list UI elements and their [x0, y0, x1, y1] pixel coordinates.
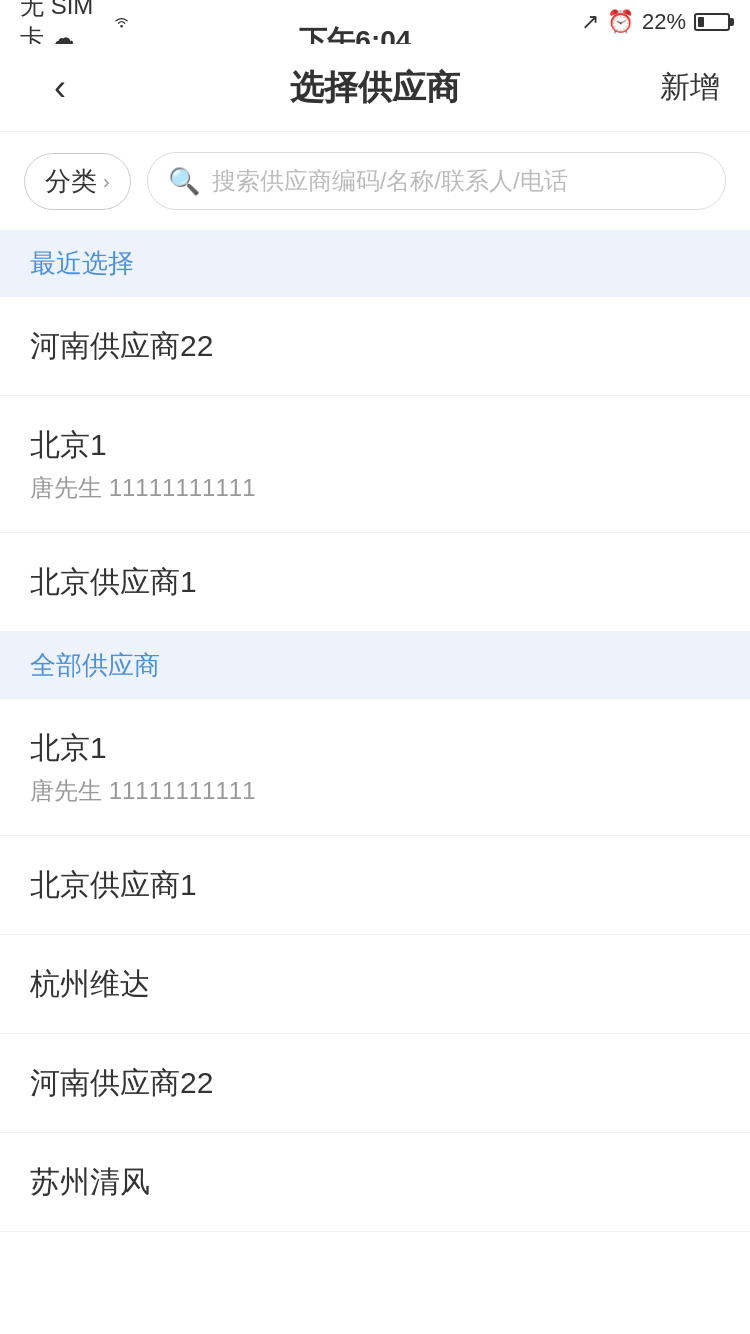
recent-list: 河南供应商22 北京1 唐先生 11111111111 北京供应商1 — [0, 297, 750, 632]
nav-bar: ‹ 选择供应商 新增 — [0, 44, 750, 132]
list-item[interactable]: 河南供应商22 — [0, 297, 750, 396]
item-name: 北京1 — [30, 424, 720, 466]
list-item[interactable]: 北京1 唐先生 11111111111 — [0, 699, 750, 836]
back-button[interactable]: ‹ — [30, 58, 90, 118]
item-name: 北京供应商1 — [30, 864, 720, 906]
item-sub: 唐先生 11111111111 — [30, 472, 720, 504]
all-list: 北京1 唐先生 11111111111 北京供应商1 杭州维达河南供应商22 苏州清风 — [0, 699, 750, 1232]
search-placeholder: 搜索供应商编码/名称/联系人/电话 — [212, 165, 568, 197]
list-item[interactable]: 北京1 唐先生 11111111111 — [0, 396, 750, 533]
alarm-icon: ⏰ — [607, 9, 634, 35]
list-item[interactable]: 河南供应商22 — [0, 1034, 750, 1133]
category-button[interactable]: 分类 › — [24, 153, 131, 210]
search-box[interactable]: 🔍 搜索供应商编码/名称/联系人/电话 — [147, 152, 726, 210]
wifi-icon — [113, 12, 130, 32]
all-section-title: 全部供应商 — [30, 650, 160, 680]
item-name: 河南供应商22 — [30, 1062, 720, 1104]
list-item[interactable]: 苏州清风 — [0, 1133, 750, 1232]
search-icon: 🔍 — [168, 166, 200, 197]
add-button[interactable]: 新增 — [660, 67, 720, 108]
page-title: 选择供应商 — [290, 65, 460, 111]
recent-section-header: 最近选择 — [0, 230, 750, 297]
item-name: 苏州清风 — [30, 1161, 720, 1203]
filter-bar: 分类 › 🔍 搜索供应商编码/名称/联系人/电话 — [0, 132, 750, 230]
all-section-header: 全部供应商 — [0, 632, 750, 699]
item-name: 杭州维达 — [30, 963, 720, 1005]
category-label: 分类 — [45, 164, 97, 199]
item-sub: 唐先生 11111111111 — [30, 775, 720, 807]
item-name: 河南供应商22 — [30, 325, 720, 367]
chevron-right-icon: › — [103, 170, 110, 193]
item-name: 北京供应商1 — [30, 561, 720, 603]
location-icon: ↗ — [581, 9, 599, 35]
status-bar: 无 SIM 卡 ☁ 下午6:04 ↗ ⏰ 22% — [0, 0, 750, 44]
battery-percent: 22% — [642, 9, 686, 35]
svg-point-0 — [120, 25, 122, 27]
item-name: 北京1 — [30, 727, 720, 769]
list-item[interactable]: 北京供应商1 — [0, 533, 750, 632]
battery-icon — [694, 13, 730, 31]
list-item[interactable]: 北京供应商1 — [0, 836, 750, 935]
recent-section-title: 最近选择 — [30, 248, 134, 278]
list-item[interactable]: 杭州维达 — [0, 935, 750, 1034]
status-right: ↗ ⏰ 22% — [581, 9, 730, 35]
